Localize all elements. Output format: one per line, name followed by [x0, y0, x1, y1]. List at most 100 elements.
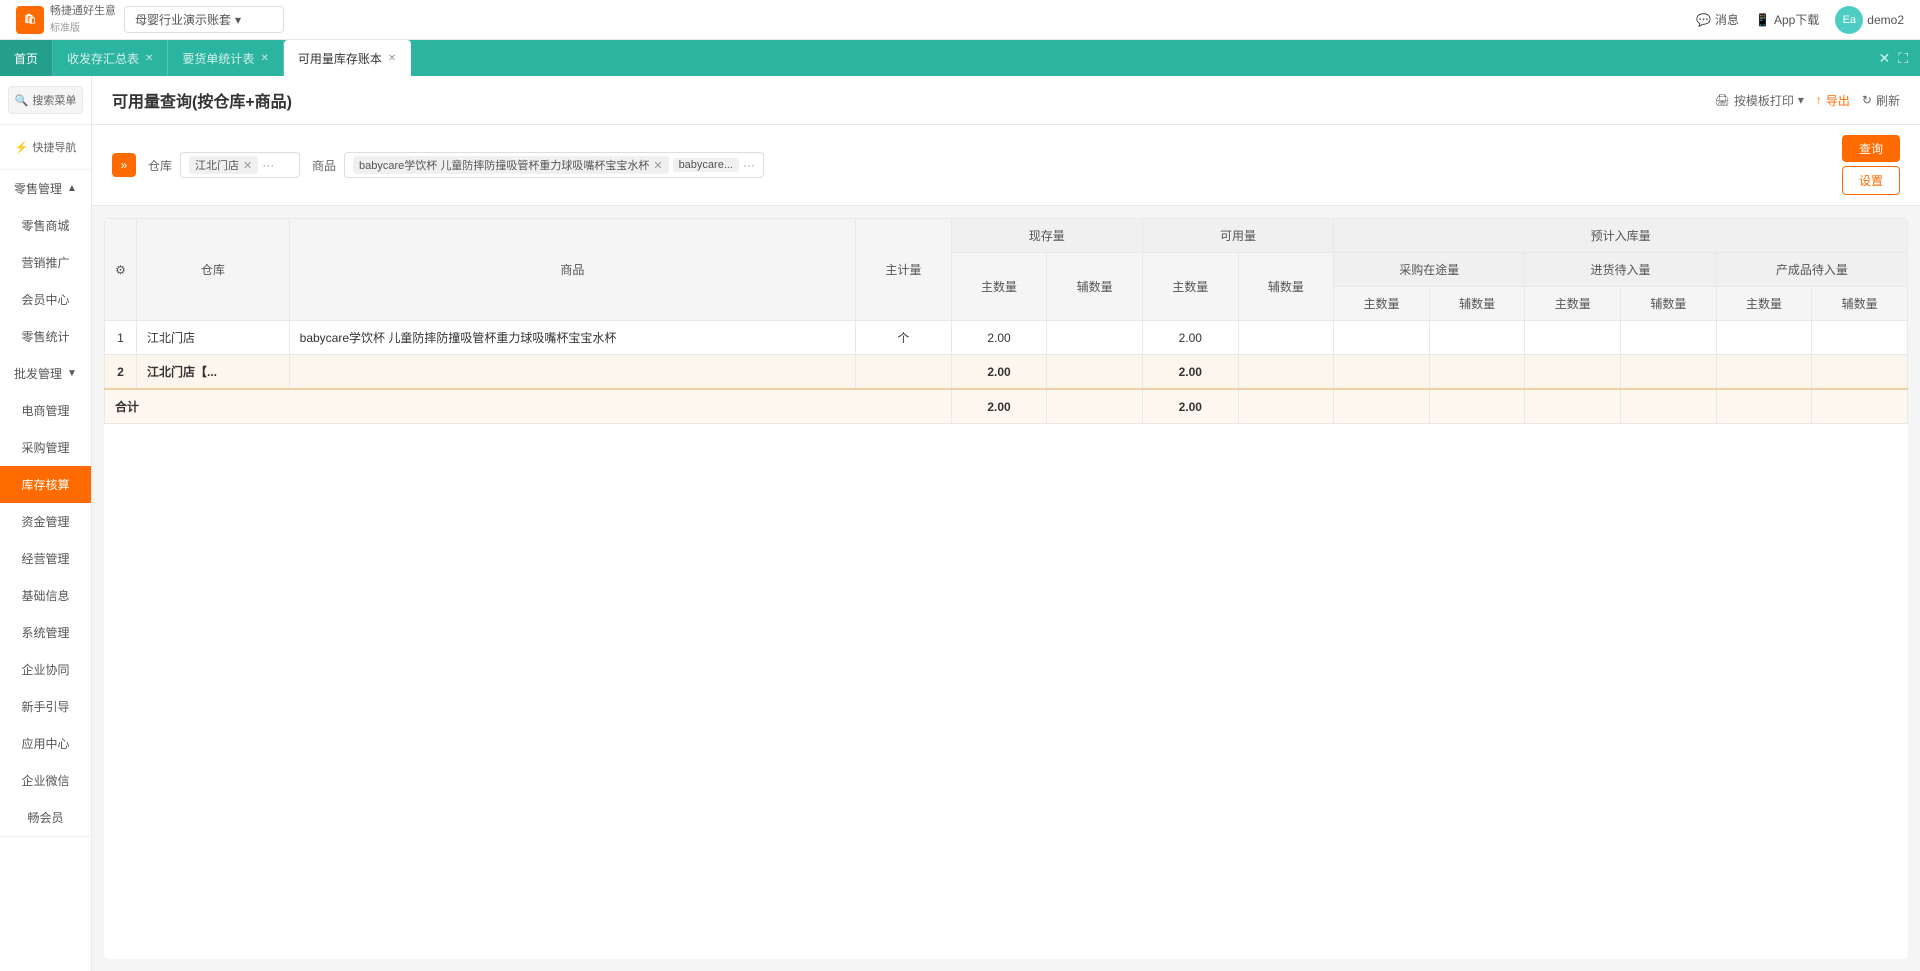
query-button[interactable]: 查询 — [1842, 135, 1900, 162]
row-2-warehouse: 江北门店【... — [137, 355, 290, 390]
col-finished-pending-aux: 辅数量 — [1812, 287, 1908, 321]
table-wrapper[interactable]: ⚙ 仓库 商品 主计量 现存量 可用量 预计入库量 主数量 辅数量 主数量 辅数… — [104, 218, 1908, 959]
col-finished-pending: 产成品待入量 — [1716, 253, 1907, 287]
row-1-unit: 个 — [856, 321, 952, 355]
tab-home[interactable]: 首页 — [0, 40, 53, 76]
tab-recv-send-close[interactable]: ✕ — [145, 53, 153, 64]
page-header: 可用量查询(按仓库+商品) 🖨 按模板打印 ▾ ↑ 导出 ↻ 刷新 — [92, 76, 1920, 125]
filter-more-icon[interactable]: ··· — [262, 158, 274, 172]
industry-label: 母婴行业演示账套 — [135, 11, 231, 28]
row-1-current-aux — [1047, 321, 1143, 355]
sidebar-item-wholesale-mgmt[interactable]: 批发管理 ▼ — [0, 355, 91, 392]
sidebar-item-ecommerce-mgmt[interactable]: 电商管理 — [0, 392, 91, 429]
content-area: 可用量查询(按仓库+商品) 🖨 按模板打印 ▾ ↑ 导出 ↻ 刷新 — [92, 76, 1920, 971]
quick-nav-button[interactable]: ⚡ 快捷导航 — [0, 133, 91, 161]
col-incoming-pending-main: 主数量 — [1525, 287, 1621, 321]
export-btn[interactable]: ↑ 导出 — [1816, 92, 1850, 109]
product-input[interactable]: babycare学饮杯 儿童防摔防撞吸管杯重力球吸嘴杯宝宝水杯 ✕ babyca… — [344, 152, 764, 178]
footer-available-main: 2.00 — [1142, 389, 1238, 424]
search-menu-button[interactable]: 🔍 搜索菜单 — [8, 86, 83, 114]
user-menu[interactable]: Ea demo2 — [1835, 6, 1904, 34]
row-1-pt-aux — [1429, 321, 1525, 355]
sidebar-app-center-label: 应用中心 — [21, 735, 69, 752]
sidebar-item-app-center[interactable]: 应用中心 — [0, 725, 91, 762]
logo-text: 畅捷通好生意 — [50, 5, 116, 18]
app-download-label: App下载 — [1774, 11, 1819, 28]
tab-recv-send[interactable]: 收发存汇总表 ✕ — [53, 40, 168, 76]
sidebar-item-member-center[interactable]: 会员中心 — [0, 281, 91, 318]
sidebar-item-new-guide[interactable]: 新手引导 — [0, 688, 91, 725]
sidebar-item-ops-mgmt[interactable]: 经营管理 — [0, 540, 91, 577]
row-2-current-main: 2.00 — [951, 355, 1047, 390]
logo-icon: 🛍 — [16, 6, 44, 34]
tab-available-stock[interactable]: 可用量库存账本 ✕ — [284, 40, 411, 76]
product-tag-1-remove[interactable]: ✕ — [653, 159, 662, 172]
product-tag-1-text: babycare学饮杯 儿童防摔防撞吸管杯重力球吸嘴杯宝宝水杯 — [359, 157, 649, 173]
col-purchase-transit-main: 主数量 — [1334, 287, 1430, 321]
sidebar-item-marketing[interactable]: 营销推广 — [0, 244, 91, 281]
col-available: 可用量 — [1142, 219, 1333, 253]
footer-fp-main — [1716, 389, 1812, 424]
row-2-available-main: 2.00 — [1142, 355, 1238, 390]
sidebar-item-corp-collab[interactable]: 企业协同 — [0, 651, 91, 688]
expand-filter-btn[interactable]: » — [112, 153, 136, 177]
warehouse-input[interactable]: 江北门店 ✕ ··· — [180, 152, 300, 178]
sidebar-nav: ⚡ 快捷导航 — [0, 125, 91, 170]
print-label: 按模板打印 — [1734, 92, 1794, 109]
sidebar-basic-info-label: 基础信息 — [21, 587, 69, 604]
col-current-stock: 现存量 — [951, 219, 1142, 253]
row-1-product: babycare学饮杯 儿童防摔防撞吸管杯重力球吸嘴杯宝宝水杯 — [289, 321, 855, 355]
tab-spacer — [411, 40, 1866, 76]
sidebar-sys-mgmt-label: 系统管理 — [21, 624, 69, 641]
top-bar: 🛍 畅捷通好生意 标准版 母婴行业演示账套 ▾ 💬 消息 📱 App下载 Ea … — [0, 0, 1920, 40]
app-icon: 📱 — [1755, 13, 1770, 27]
sidebar-item-basic-info[interactable]: 基础信息 — [0, 577, 91, 614]
tab-bar: 首页 收发存汇总表 ✕ 要货单统计表 ✕ 可用量库存账本 ✕ ✕ ⛶ — [0, 40, 1920, 76]
sidebar-member-center-label: 会员中心 — [21, 291, 69, 308]
footer-available-aux — [1238, 389, 1334, 424]
sidebar-item-retail-mgmt[interactable]: 零售管理 ▲ — [0, 170, 91, 207]
tab-available-stock-close[interactable]: ✕ — [388, 53, 396, 64]
table-header-row-1: ⚙ 仓库 商品 主计量 现存量 可用量 预计入库量 — [105, 219, 1908, 253]
industry-selector[interactable]: 母婴行业演示账套 ▾ — [124, 6, 284, 33]
row-1-available-aux — [1238, 321, 1334, 355]
sidebar-item-retail-stats[interactable]: 零售统计 — [0, 318, 91, 355]
product-filter-group: 商品 babycare学饮杯 儿童防摔防撞吸管杯重力球吸嘴杯宝宝水杯 ✕ bab… — [312, 152, 764, 178]
logo-text-block: 畅捷通好生意 标准版 — [50, 5, 116, 33]
sidebar-item-purchase-mgmt[interactable]: 采购管理 — [0, 429, 91, 466]
col-incoming-pending-aux: 辅数量 — [1621, 287, 1717, 321]
sidebar-item-vip-member[interactable]: 畅会员 — [0, 799, 91, 836]
quick-nav-label: 快捷导航 — [32, 139, 76, 155]
refresh-btn[interactable]: ↻ 刷新 — [1862, 92, 1900, 109]
logo-sub: 标准版 — [50, 19, 116, 34]
col-product: 商品 — [289, 219, 855, 321]
sidebar-item-sys-mgmt[interactable]: 系统管理 — [0, 614, 91, 651]
row-2-fp-aux — [1812, 355, 1908, 390]
tab-maximize[interactable]: ⛶ — [1898, 50, 1908, 67]
message-action[interactable]: 💬 消息 — [1696, 11, 1739, 28]
app-download-action[interactable]: 📱 App下载 — [1755, 11, 1819, 28]
sidebar-item-corp-wechat[interactable]: 企业微信 — [0, 762, 91, 799]
filter-bar: » 仓库 江北门店 ✕ ··· 商品 babycare学饮杯 儿童防摔防撞吸管杯… — [92, 125, 1920, 206]
sidebar-marketing-label: 营销推广 — [21, 254, 69, 271]
quick-nav-icon: ⚡ — [15, 141, 29, 154]
sidebar-item-inventory-mgmt[interactable]: 库存核算 — [0, 466, 91, 503]
sidebar-item-finance-mgmt[interactable]: 资金管理 — [0, 503, 91, 540]
row-2-pt-aux — [1429, 355, 1525, 390]
top-bar-right: 💬 消息 📱 App下载 Ea demo2 — [1696, 6, 1904, 34]
message-label: 消息 — [1715, 11, 1739, 28]
settings-button[interactable]: 设置 — [1842, 166, 1900, 195]
col-current-aux: 辅数量 — [1047, 253, 1143, 321]
sidebar-item-retail-mall[interactable]: 零售商城 — [0, 207, 91, 244]
tab-close-all[interactable]: ✕ — [1878, 50, 1890, 67]
warehouse-tag-remove[interactable]: ✕ — [243, 159, 252, 172]
filter-more-icon-2[interactable]: ··· — [743, 158, 755, 172]
footer-pt-main — [1334, 389, 1430, 424]
data-table: ⚙ 仓库 商品 主计量 现存量 可用量 预计入库量 主数量 辅数量 主数量 辅数… — [104, 218, 1908, 424]
product-tag-1: babycare学饮杯 儿童防摔防撞吸管杯重力球吸嘴杯宝宝水杯 ✕ — [353, 156, 669, 174]
tab-order-stats-close[interactable]: ✕ — [260, 53, 268, 64]
avatar-text: Ea — [1843, 14, 1856, 26]
product-tag-2: babycare... — [673, 158, 739, 172]
tab-order-stats[interactable]: 要货单统计表 ✕ — [168, 40, 283, 76]
print-template-btn[interactable]: 🖨 按模板打印 ▾ — [1715, 92, 1804, 109]
